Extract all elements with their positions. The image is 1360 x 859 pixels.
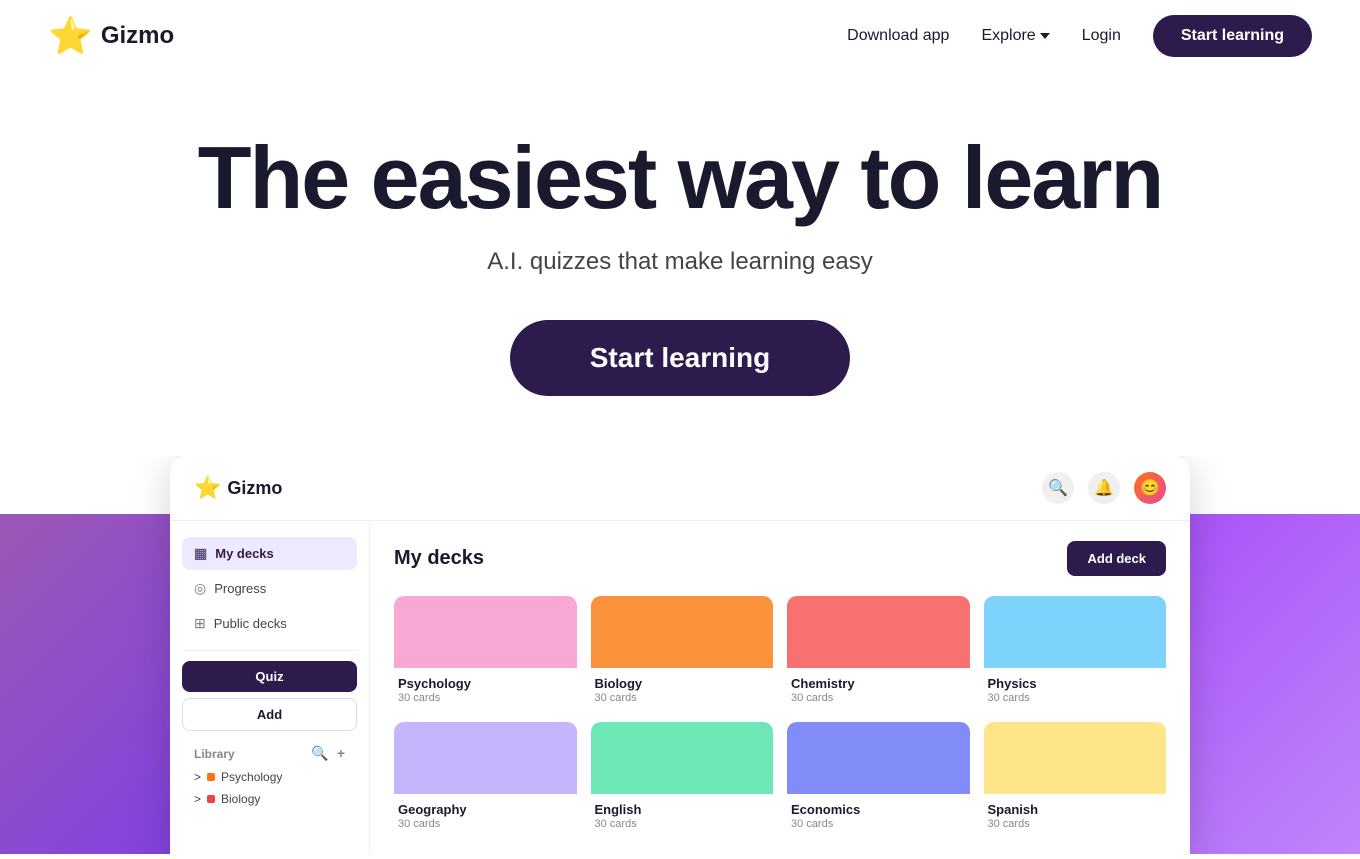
navbar: ⭐ Gizmo Download app Explore Login Start… [0,0,1360,72]
library-add-icon[interactable]: + [337,745,345,762]
login-link[interactable]: Login [1082,27,1121,45]
economics-card-title: Economics [791,802,966,817]
library-search-icon[interactable]: 🔍 [311,745,328,762]
hero-subtitle: A.I. quizzes that make learning easy [20,248,1340,276]
spanish-card-color [984,722,1167,794]
sidebar-library-header: Library 🔍 + [182,737,357,766]
spanish-card-title: Spanish [988,802,1163,817]
english-card-color [591,722,774,794]
main-header: My decks Add deck [394,541,1166,576]
spanish-card-info: Spanish 30 cards [984,794,1167,834]
biology-card-count: 30 cards [595,692,770,704]
app-window-header: ⭐ Gizmo 🔍 🔔 😊 [170,456,1190,521]
nav-logo[interactable]: ⭐ Gizmo [48,15,174,57]
economics-card-count: 30 cards [791,818,966,830]
psychology-card-title: Psychology [398,676,573,691]
deck-card-spanish[interactable]: Spanish 30 cards [984,722,1167,834]
sidebar-add-button[interactable]: Add [182,698,357,731]
search-icon-button[interactable]: 🔍 [1042,472,1074,504]
app-logo[interactable]: ⭐ Gizmo [194,475,282,501]
english-card-title: English [595,802,770,817]
deck-card-economics[interactable]: Economics 30 cards [787,722,970,834]
psychology-card-info: Psychology 30 cards [394,668,577,708]
download-app-link[interactable]: Download app [847,27,949,45]
economics-card-info: Economics 30 cards [787,794,970,834]
chemistry-card-info: Chemistry 30 cards [787,668,970,708]
notification-icon-button[interactable]: 🔔 [1088,472,1120,504]
app-preview-section: ⭐ Gizmo 🔍 🔔 😊 ▦ My decks ◎ Progress [0,456,1360,854]
sidebar-btn-group: Quiz Add [182,661,357,731]
deck-card-english[interactable]: English 30 cards [591,722,774,834]
deck-card-chemistry[interactable]: Chemistry 30 cards [787,596,970,708]
physics-card-info: Physics 30 cards [984,668,1167,708]
physics-card-count: 30 cards [988,692,1163,704]
geography-card-title: Geography [398,802,573,817]
hero-title: The easiest way to learn [80,132,1280,224]
explore-label: Explore [981,27,1035,45]
app-body: ▦ My decks ◎ Progress ⊞ Public decks Qui… [170,521,1190,854]
sidebar-item-progress[interactable]: ◎ Progress [182,572,357,605]
explore-dropdown[interactable]: Explore [981,27,1049,45]
app-logo-star-icon: ⭐ [194,475,221,501]
psychology-dot [207,773,215,781]
nav-right: Download app Explore Login Start learnin… [847,15,1312,57]
sidebar-library-psychology-label: Psychology [221,770,282,784]
sidebar-item-public-decks[interactable]: ⊞ Public decks [182,607,357,640]
my-decks-icon: ▦ [194,545,207,562]
chevron-down-icon [1040,33,1050,39]
app-sidebar: ▦ My decks ◎ Progress ⊞ Public decks Qui… [170,521,370,854]
app-header-icons: 🔍 🔔 😊 [1042,472,1166,504]
sidebar-library-item-psychology[interactable]: > Psychology [182,766,357,788]
sidebar-library-icons: 🔍 + [311,745,345,762]
deck-card-biology[interactable]: Biology 30 cards [591,596,774,708]
sidebar-item-my-decks[interactable]: ▦ My decks [182,537,357,570]
logo-text: Gizmo [101,22,174,50]
english-card-count: 30 cards [595,818,770,830]
geography-card-info: Geography 30 cards [394,794,577,834]
decks-grid-row2: Geography 30 cards English 30 cards [394,722,1166,834]
progress-icon: ◎ [194,580,206,597]
sidebar-library-item-biology[interactable]: > Biology [182,788,357,810]
psychology-card-count: 30 cards [398,692,573,704]
public-decks-icon: ⊞ [194,615,206,632]
physics-card-color [984,596,1167,668]
nav-start-learning-button[interactable]: Start learning [1153,15,1312,57]
geography-card-color [394,722,577,794]
biology-dot [207,795,215,803]
sidebar-public-decks-label: Public decks [214,616,287,631]
psychology-card-color [394,596,577,668]
sidebar-quiz-button[interactable]: Quiz [182,661,357,692]
sidebar-my-decks-label: My decks [215,546,274,561]
add-deck-button[interactable]: Add deck [1067,541,1166,576]
app-window: ⭐ Gizmo 🔍 🔔 😊 ▦ My decks ◎ Progress [170,456,1190,854]
deck-card-physics[interactable]: Physics 30 cards [984,596,1167,708]
library-label: Library [194,747,235,761]
hero-section: The easiest way to learn A.I. quizzes th… [0,72,1360,396]
app-logo-text: Gizmo [227,478,282,499]
main-title: My decks [394,547,484,570]
chemistry-card-count: 30 cards [791,692,966,704]
physics-card-title: Physics [988,676,1163,691]
chemistry-card-color [787,596,970,668]
decks-grid-row1: Psychology 30 cards Biology 30 cards [394,596,1166,708]
economics-card-color [787,722,970,794]
deck-card-geography[interactable]: Geography 30 cards [394,722,577,834]
app-main-content: My decks Add deck Psychology 30 cards [370,521,1190,854]
english-card-info: English 30 cards [591,794,774,834]
hero-start-learning-button[interactable]: Start learning [510,320,850,396]
sidebar-library-biology-label: Biology [221,792,260,806]
chemistry-card-title: Chemistry [791,676,966,691]
biology-card-color [591,596,774,668]
logo-star-icon: ⭐ [48,15,93,57]
sidebar-progress-label: Progress [214,581,266,596]
spanish-card-count: 30 cards [988,818,1163,830]
biology-card-title: Biology [595,676,770,691]
sidebar-divider [182,650,357,651]
biology-card-info: Biology 30 cards [591,668,774,708]
geography-card-count: 30 cards [398,818,573,830]
deck-card-psychology[interactable]: Psychology 30 cards [394,596,577,708]
avatar-button[interactable]: 😊 [1134,472,1166,504]
